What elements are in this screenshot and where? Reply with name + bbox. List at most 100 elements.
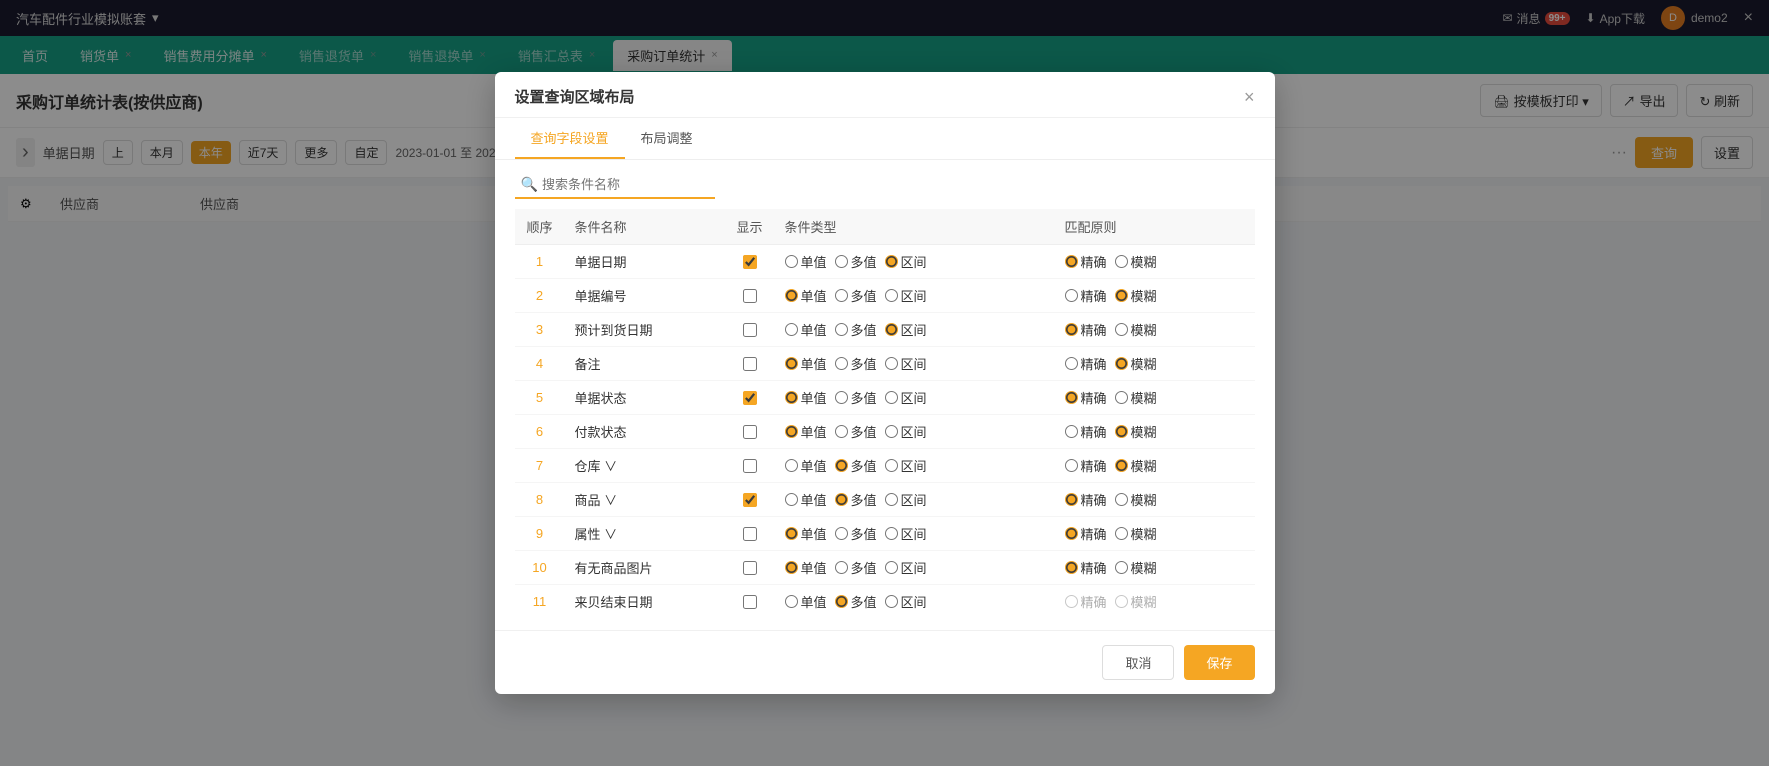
rule-fuzzy-radio[interactable]: 模糊 xyxy=(1115,252,1157,271)
cancel-button[interactable]: 取消 xyxy=(1102,645,1174,680)
rule-exact-radio[interactable]: 精确 xyxy=(1065,490,1107,509)
table-row: 9属性 ∨单值多值区间精确模糊 xyxy=(515,517,1255,551)
rule-fuzzy-radio[interactable]: 模糊 xyxy=(1115,524,1157,543)
type-single-radio[interactable]: 单值 xyxy=(785,592,827,611)
type-multi-radio[interactable]: 多值 xyxy=(835,252,877,271)
condition-name: 仓库 ∨ xyxy=(565,449,725,483)
rule-exact-radio[interactable]: 精确 xyxy=(1065,558,1107,577)
rule-exact-radio[interactable]: 精确 xyxy=(1065,422,1107,441)
type-multi-radio[interactable]: 多值 xyxy=(835,286,877,305)
table-row: 1单据日期单值多值区间精确模糊 xyxy=(515,245,1255,279)
rule-exact-radio[interactable]: 精确 xyxy=(1065,252,1107,271)
type-single-radio[interactable]: 单值 xyxy=(785,388,827,407)
col-type: 条件类型 xyxy=(775,209,1055,245)
type-radio-group: 单值多值区间 xyxy=(785,490,1045,509)
rule-exact-radio[interactable]: 精确 xyxy=(1065,524,1107,543)
rule-fuzzy-radio[interactable]: 模糊 xyxy=(1115,592,1157,611)
type-multi-radio[interactable]: 多值 xyxy=(835,524,877,543)
type-multi-radio[interactable]: 多值 xyxy=(835,422,877,441)
type-single-radio[interactable]: 单值 xyxy=(785,490,827,509)
type-radio-group: 单值多值区间 xyxy=(785,422,1045,441)
condition-name: 商品 ∨ xyxy=(565,483,725,517)
display-checkbox[interactable] xyxy=(743,527,757,541)
rule-fuzzy-radio[interactable]: 模糊 xyxy=(1115,456,1157,475)
display-checkbox[interactable] xyxy=(743,595,757,609)
type-radio-group: 单值多值区间 xyxy=(785,286,1045,305)
rule-radio-group: 精确模糊 xyxy=(1065,558,1245,577)
type-multi-radio[interactable]: 多值 xyxy=(835,490,877,509)
type-radio-group: 单值多值区间 xyxy=(785,524,1045,543)
display-checkbox[interactable] xyxy=(743,289,757,303)
rule-fuzzy-radio[interactable]: 模糊 xyxy=(1115,320,1157,339)
condition-name: 备注 xyxy=(565,347,725,381)
type-range-radio[interactable]: 区间 xyxy=(885,422,927,441)
type-multi-radio[interactable]: 多值 xyxy=(835,592,877,611)
type-range-radio[interactable]: 区间 xyxy=(885,354,927,373)
display-checkbox[interactable] xyxy=(743,357,757,371)
tab-query-fields[interactable]: 查询字段设置 xyxy=(515,118,625,159)
rule-radio-group: 精确模糊 xyxy=(1065,456,1245,475)
rule-radio-group: 精确模糊 xyxy=(1065,354,1245,373)
type-range-radio[interactable]: 区间 xyxy=(885,286,927,305)
search-icon: 🔍 xyxy=(521,176,538,193)
type-multi-radio[interactable]: 多值 xyxy=(835,320,877,339)
type-single-radio[interactable]: 单值 xyxy=(785,320,827,339)
modal-overlay: 设置查询区域布局 × 查询字段设置 布局调整 🔍 顺序 xyxy=(0,0,1769,766)
display-checkbox[interactable] xyxy=(743,255,757,269)
type-single-radio[interactable]: 单值 xyxy=(785,252,827,271)
rule-fuzzy-radio[interactable]: 模糊 xyxy=(1115,354,1157,373)
type-single-radio[interactable]: 单值 xyxy=(785,524,827,543)
rule-radio-group: 精确模糊 xyxy=(1065,388,1245,407)
rule-fuzzy-radio[interactable]: 模糊 xyxy=(1115,286,1157,305)
type-single-radio[interactable]: 单值 xyxy=(785,354,827,373)
condition-name: 属性 ∨ xyxy=(565,517,725,551)
type-multi-radio[interactable]: 多值 xyxy=(835,388,877,407)
display-checkbox[interactable] xyxy=(743,425,757,439)
tab-layout[interactable]: 布局调整 xyxy=(625,118,709,159)
type-single-radio[interactable]: 单值 xyxy=(785,422,827,441)
type-range-radio[interactable]: 区间 xyxy=(885,490,927,509)
rule-exact-radio[interactable]: 精确 xyxy=(1065,286,1107,305)
type-single-radio[interactable]: 单值 xyxy=(785,286,827,305)
type-range-radio[interactable]: 区间 xyxy=(885,524,927,543)
type-multi-radio[interactable]: 多值 xyxy=(835,558,877,577)
display-checkbox[interactable] xyxy=(743,323,757,337)
table-row: 2单据编号单值多值区间精确模糊 xyxy=(515,279,1255,313)
rule-fuzzy-radio[interactable]: 模糊 xyxy=(1115,558,1157,577)
rule-exact-radio[interactable]: 精确 xyxy=(1065,320,1107,339)
rule-exact-radio[interactable]: 精确 xyxy=(1065,388,1107,407)
rule-radio-group: 精确模糊 xyxy=(1065,422,1245,441)
rule-radio-group: 精确模糊 xyxy=(1065,490,1245,509)
type-single-radio[interactable]: 单值 xyxy=(785,456,827,475)
display-checkbox[interactable] xyxy=(743,391,757,405)
type-multi-radio[interactable]: 多值 xyxy=(835,354,877,373)
display-checkbox[interactable] xyxy=(743,561,757,575)
type-range-radio[interactable]: 区间 xyxy=(885,592,927,611)
save-button[interactable]: 保存 xyxy=(1184,645,1254,680)
type-range-radio[interactable]: 区间 xyxy=(885,388,927,407)
type-range-radio[interactable]: 区间 xyxy=(885,252,927,271)
rule-fuzzy-radio[interactable]: 模糊 xyxy=(1115,422,1157,441)
type-single-radio[interactable]: 单值 xyxy=(785,558,827,577)
type-range-radio[interactable]: 区间 xyxy=(885,320,927,339)
table-row: 8商品 ∨单值多值区间精确模糊 xyxy=(515,483,1255,517)
dialog-close-button[interactable]: × xyxy=(1244,88,1255,106)
rule-exact-radio[interactable]: 精确 xyxy=(1065,354,1107,373)
dialog-tabs: 查询字段设置 布局调整 xyxy=(495,118,1275,160)
dialog-header: 设置查询区域布局 × xyxy=(495,72,1275,118)
dialog-title: 设置查询区域布局 xyxy=(515,86,635,107)
display-checkbox[interactable] xyxy=(743,493,757,507)
type-range-radio[interactable]: 区间 xyxy=(885,456,927,475)
condition-name: 付款状态 xyxy=(565,415,725,449)
type-radio-group: 单值多值区间 xyxy=(785,456,1045,475)
type-range-radio[interactable]: 区间 xyxy=(885,558,927,577)
rule-radio-group: 精确模糊 xyxy=(1065,252,1245,271)
rule-fuzzy-radio[interactable]: 模糊 xyxy=(1115,490,1157,509)
rule-exact-radio[interactable]: 精确 xyxy=(1065,592,1107,611)
table-row: 10有无商品图片单值多值区间精确模糊 xyxy=(515,551,1255,585)
rule-fuzzy-radio[interactable]: 模糊 xyxy=(1115,388,1157,407)
type-multi-radio[interactable]: 多值 xyxy=(835,456,877,475)
condition-search-input[interactable] xyxy=(542,177,702,192)
display-checkbox[interactable] xyxy=(743,459,757,473)
rule-exact-radio[interactable]: 精确 xyxy=(1065,456,1107,475)
